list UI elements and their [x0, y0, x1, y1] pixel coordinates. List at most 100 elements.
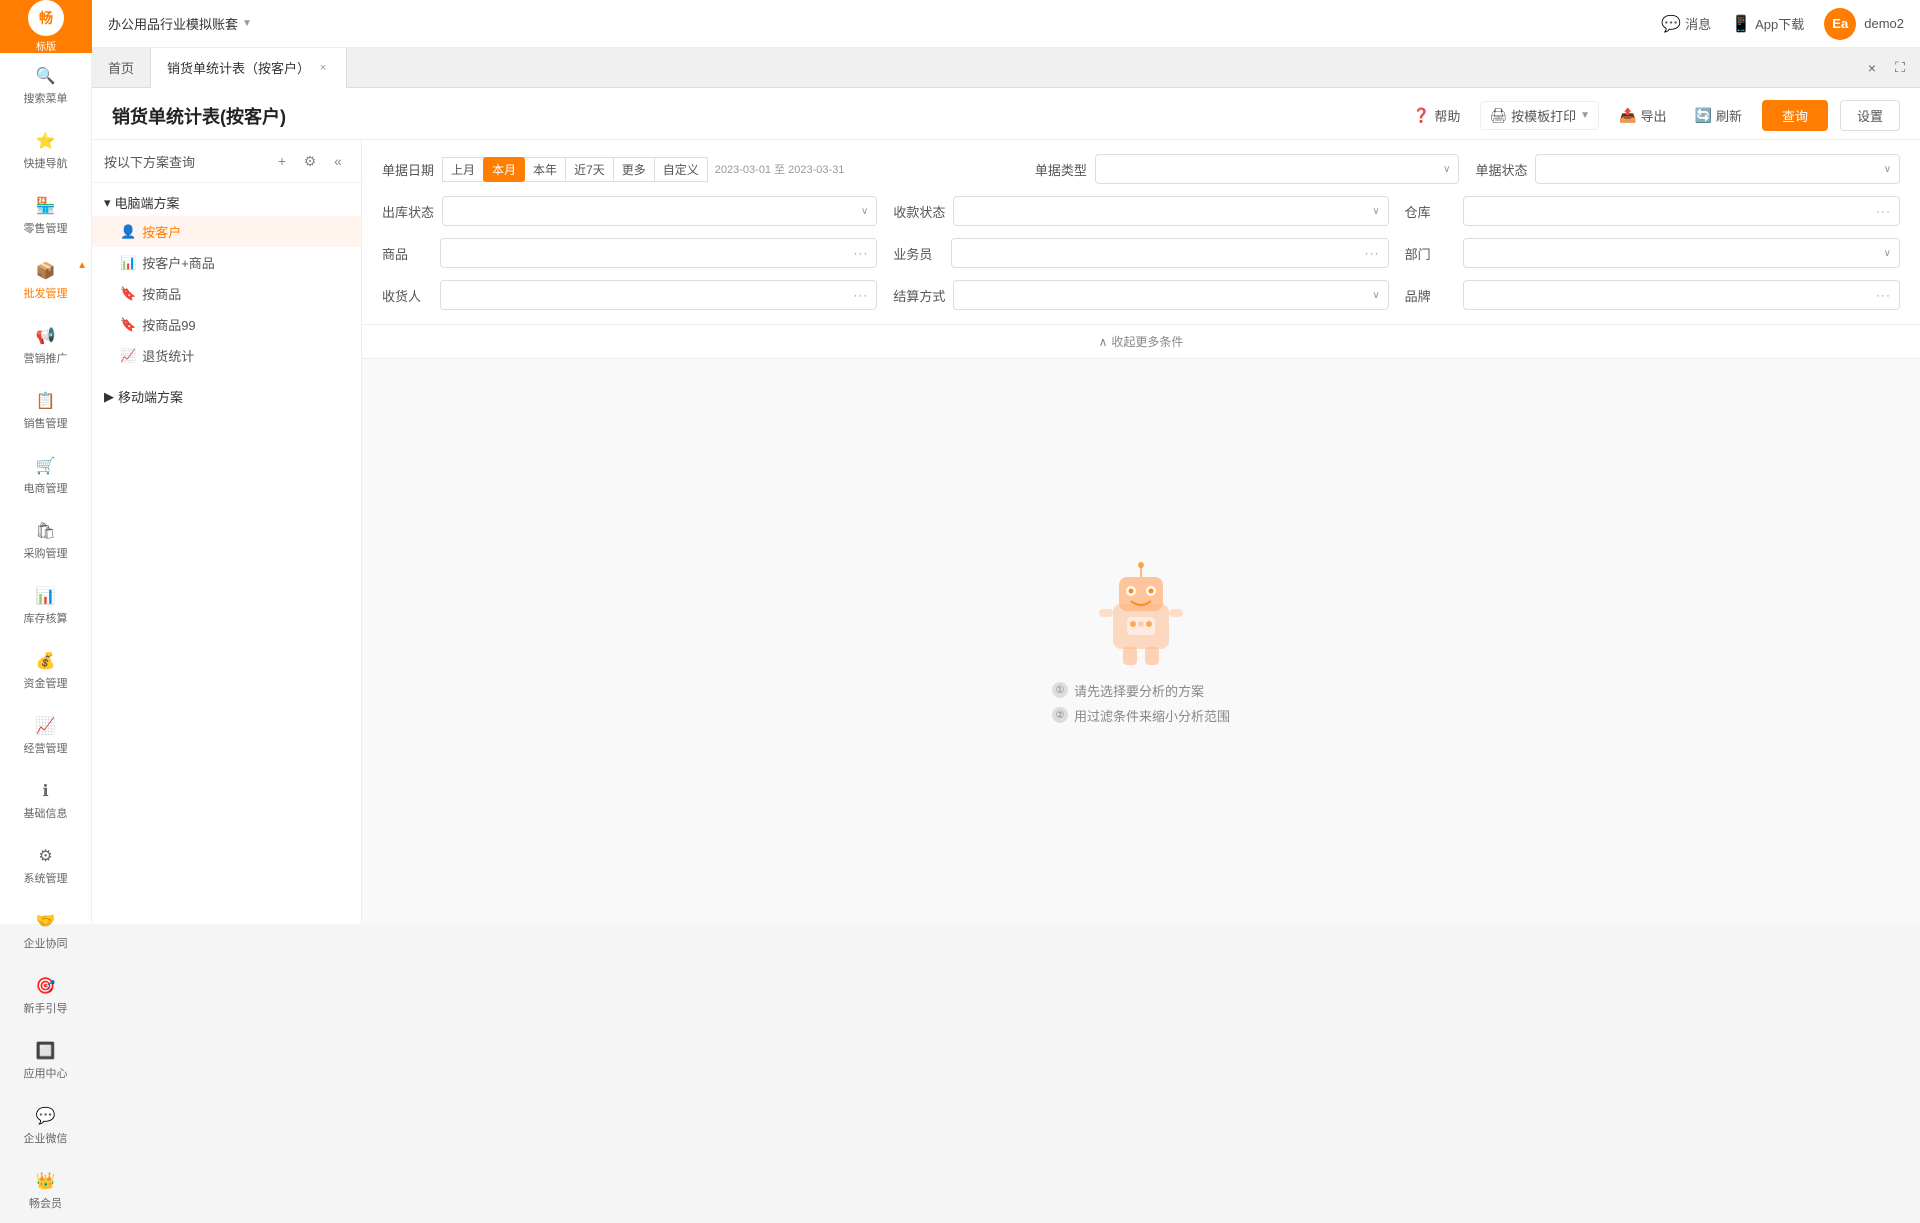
date-tab-this-year[interactable]: 本年 [524, 157, 566, 182]
scheme-item-by-customer[interactable]: 👤 按客户 [92, 216, 361, 247]
sidebar-item-marketing[interactable]: 📢 营销推广 [0, 313, 91, 378]
sidebar-item-member[interactable]: 👑 畅会员 [0, 1158, 91, 1223]
brand-picker[interactable]: ··· [1463, 280, 1900, 310]
scheme-item-return-stats[interactable]: 📈 退货统计 [92, 340, 361, 371]
tab-home-label: 首页 [108, 58, 134, 77]
date-tab-custom[interactable]: 自定义 [654, 157, 708, 182]
date-tab-more[interactable]: 更多 [613, 157, 655, 182]
print-button[interactable]: 🖨 按模板打印 ▼ [1480, 101, 1599, 130]
tab-bar: 首页 销货单统计表（按客户） × × ⛶ [92, 48, 1920, 88]
add-scheme-button[interactable]: + [271, 150, 293, 172]
doc-status-chevron: ∨ [1884, 164, 1891, 175]
sidebar-item-purchase[interactable]: 🛍 采购管理 [0, 508, 91, 573]
query-button[interactable]: 查询 [1762, 100, 1828, 131]
pc-group-expand-icon: ▾ [104, 195, 111, 211]
settings-button[interactable]: 设置 [1840, 100, 1900, 131]
search-icon: 🔍 [35, 65, 57, 87]
payment-status-field: 收款状态 ∨ [893, 196, 1388, 226]
window-close-button[interactable]: × [1860, 56, 1884, 80]
scheme-settings-button[interactable]: ⚙ [299, 150, 321, 172]
help-button[interactable]: ❓ 帮助 [1405, 102, 1468, 129]
payment-method-dropdown[interactable]: ∨ [953, 280, 1388, 310]
filter-row-4: 收货人 ··· 结算方式 ∨ [382, 280, 1900, 310]
recipient-dots: ··· [853, 288, 868, 302]
doc-type-label: 单据类型 [1035, 160, 1087, 179]
sidebar-item-operations[interactable]: 📈 经营管理 [0, 703, 91, 768]
payment-method-field: 结算方式 ∨ [893, 280, 1388, 310]
header-right: 💬 消息 📱 App下载 Ea demo2 [1661, 8, 1904, 40]
doc-type-dropdown[interactable]: ∨ [1095, 154, 1460, 184]
warehouse-picker[interactable]: ··· [1463, 196, 1900, 226]
scheme-item-by-goods99[interactable]: 🔖 按商品99 [92, 309, 361, 340]
salesman-dots: ··· [1365, 246, 1380, 260]
date-tab-this-month[interactable]: 本月 [483, 157, 525, 182]
app-center-icon: 🔲 [35, 1040, 57, 1062]
date-tab-7days[interactable]: 近7天 [565, 157, 614, 182]
mobile-group-expand-icon: ▶ [104, 389, 114, 405]
download-icon: 📱 [1731, 14, 1751, 34]
sidebar-item-system[interactable]: ⚙ 系统管理 [0, 833, 91, 898]
recipient-label: 收货人 [382, 286, 432, 305]
user-menu[interactable]: Ea demo2 [1824, 8, 1904, 40]
sidebar-item-search-menu[interactable]: 🔍 搜索菜单 [0, 53, 91, 118]
doc-type-chevron: ∨ [1443, 164, 1450, 175]
recipient-picker[interactable]: ··· [440, 280, 877, 310]
refresh-button[interactable]: 🔄 刷新 [1687, 102, 1750, 129]
window-maximize-button[interactable]: ⛶ [1888, 56, 1912, 80]
goods-icon: 🔖 [120, 286, 136, 302]
sidebar-item-inventory[interactable]: 📊 库存核算 [0, 573, 91, 638]
export-label: 导出 [1641, 106, 1667, 125]
sidebar-item-retail[interactable]: 🏪 零售管理 [0, 183, 91, 248]
empty-step-2-text: 用过滤条件来缩小分析范围 [1074, 706, 1230, 725]
refresh-icon: 🔄 [1695, 107, 1712, 124]
export-button[interactable]: 📤 导出 [1611, 102, 1674, 129]
collapse-icon: ∧ [1099, 335, 1108, 349]
scheme-item-by-customer-goods[interactable]: 📊 按客户+商品 [92, 247, 361, 278]
member-icon: 👑 [35, 1170, 57, 1192]
sidebar-item-quick-nav[interactable]: ⭐ 快捷导航 [0, 118, 91, 183]
scheme-item-label-1: 按客户+商品 [142, 253, 215, 272]
purchase-icon: 🛍 [35, 520, 57, 542]
sidebar-item-app-center[interactable]: 🔲 应用中心 [0, 1028, 91, 1093]
star-icon: ⭐ [35, 130, 57, 152]
goods-picker[interactable]: ··· [440, 238, 877, 268]
scheme-collapse-button[interactable]: « [327, 150, 349, 172]
tab-sales-stats[interactable]: 销货单统计表（按客户） × [151, 48, 347, 88]
sidebar-item-new-guide[interactable]: 🎯 新手引导 [0, 963, 91, 1028]
main-area: 办公用品行业模拟账套 ▼ 💬 消息 📱 App下载 Ea demo2 首页 销货… [92, 0, 1920, 924]
tab-home[interactable]: 首页 [92, 48, 151, 88]
warehouse-label: 仓库 [1405, 202, 1455, 221]
doc-status-dropdown[interactable]: ∨ [1535, 154, 1900, 184]
app-download-button[interactable]: 📱 App下载 [1731, 14, 1804, 34]
date-tab-last-month[interactable]: 上月 [442, 157, 484, 182]
sidebar: 畅 标版 🔍 搜索菜单 ⭐ 快捷导航 🏪 零售管理 📦 批发管理 ▲ 📢 营销推… [0, 0, 92, 924]
sidebar-item-finance[interactable]: 💰 资金管理 [0, 638, 91, 703]
message-button[interactable]: 💬 消息 [1661, 14, 1711, 34]
collapse-bar[interactable]: ∧ 收起更多条件 [362, 325, 1920, 359]
tab-close-icon[interactable]: × [316, 61, 330, 75]
payment-method-chevron: ∨ [1372, 290, 1379, 301]
help-icon: ❓ [1413, 107, 1430, 124]
sidebar-item-basic-info[interactable]: ℹ 基础信息 [0, 768, 91, 833]
scheme-mobile-group-header[interactable]: ▶ 移动端方案 [92, 383, 361, 410]
payment-status-dropdown[interactable]: ∨ [953, 196, 1388, 226]
salesman-picker[interactable]: ··· [951, 238, 1388, 268]
sidebar-item-sales[interactable]: 📋 销售管理 [0, 378, 91, 443]
sidebar-item-ecommerce[interactable]: 🛒 电商管理 [0, 443, 91, 508]
warehouse-dots: ··· [1876, 204, 1891, 218]
scheme-pc-group-header[interactable]: ▾ 电脑端方案 [92, 189, 361, 216]
empty-text: ① 请先选择要分析的方案 ② 用过滤条件来缩小分析范围 [1052, 681, 1230, 725]
sidebar-item-enterprise-wechat[interactable]: 💬 企业微信 [0, 1093, 91, 1158]
dept-dropdown[interactable]: ∨ [1463, 238, 1900, 268]
pc-group-label: 电脑端方案 [115, 193, 180, 212]
out-status-dropdown[interactable]: ∨ [442, 196, 877, 226]
user-name: demo2 [1864, 16, 1904, 31]
sidebar-item-wholesale[interactable]: 📦 批发管理 ▲ [0, 248, 91, 313]
scheme-item-label-0: 按客户 [142, 222, 181, 241]
sidebar-item-enterprise-collab[interactable]: 🤝 企业协同 [0, 898, 91, 963]
scheme-item-by-goods[interactable]: 🔖 按商品 [92, 278, 361, 309]
workspace-selector[interactable]: 办公用品行业模拟账套 ▼ [108, 14, 252, 33]
warehouse-field: 仓库 ··· [1405, 196, 1900, 226]
empty-state: ① 请先选择要分析的方案 ② 用过滤条件来缩小分析范围 [362, 359, 1920, 924]
retail-icon: 🏪 [35, 195, 57, 217]
